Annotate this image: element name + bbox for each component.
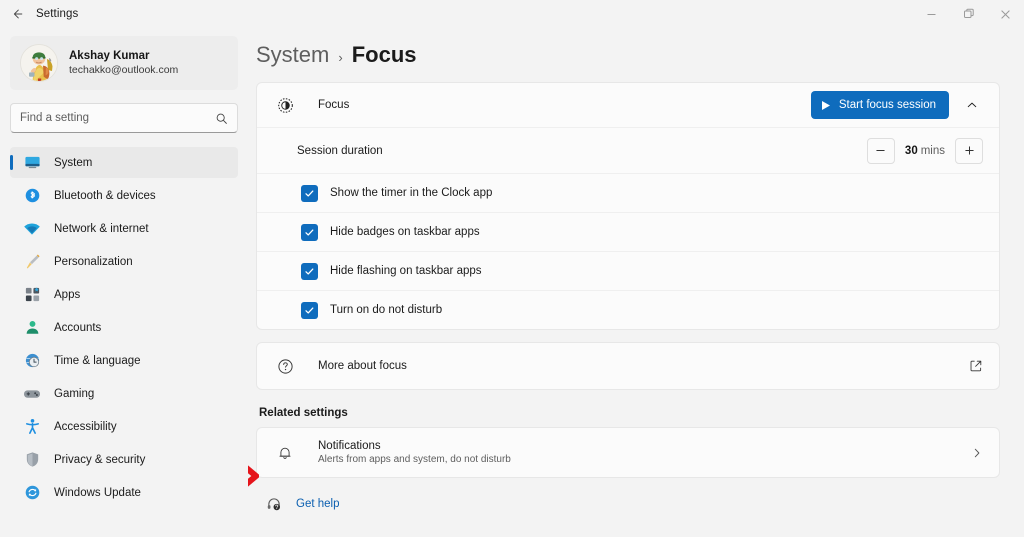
checkbox-row-hide-badges[interactable]: Hide badges on taskbar apps [257, 212, 999, 251]
sidebar-item-personalization[interactable]: Personalization [10, 246, 238, 277]
app-shell: Akshay Kumar techakko@outlook.com Find a… [0, 28, 1024, 537]
window-titlebar: Settings [0, 0, 1024, 28]
sidebar: Akshay Kumar techakko@outlook.com Find a… [0, 28, 248, 537]
person-icon [22, 318, 42, 338]
checkbox-label: Show the timer in the Clock app [330, 187, 493, 199]
accessibility-icon [22, 417, 42, 437]
get-help-link[interactable]: Get help [296, 498, 339, 510]
sidebar-item-gaming[interactable]: Gaming [10, 378, 238, 409]
sidebar-item-label: Network & internet [54, 222, 149, 235]
breadcrumb-parent[interactable]: System [256, 42, 329, 68]
sidebar-item-label: Accessibility [54, 420, 117, 433]
checkbox-hide-flashing[interactable] [301, 262, 318, 280]
search-input[interactable] [20, 112, 215, 124]
minimize-icon[interactable] [913, 0, 950, 28]
wifi-icon [22, 219, 42, 239]
duration-unit: mins [920, 144, 945, 157]
start-focus-session-label: Start focus session [838, 99, 936, 111]
maximize-icon[interactable] [950, 0, 987, 28]
sidebar-item-network-internet[interactable]: Network & internet [10, 213, 238, 244]
profile-card[interactable]: Akshay Kumar techakko@outlook.com [10, 36, 238, 90]
sidebar-item-label: System [54, 156, 93, 169]
checkbox-show-timer[interactable] [301, 184, 318, 202]
more-about-focus-row[interactable]: More about focus [257, 343, 999, 389]
checkbox-label: Hide flashing on taskbar apps [330, 265, 482, 277]
focus-card-header: Focus Start focus session [257, 83, 999, 127]
play-icon [821, 100, 831, 111]
more-about-focus-label: More about focus [318, 360, 407, 372]
breadcrumb-separator: › [338, 50, 343, 65]
close-icon[interactable] [987, 0, 1024, 28]
search-box[interactable] [10, 103, 238, 133]
apps-grid-icon [22, 285, 42, 305]
get-help-row[interactable]: Get help [256, 496, 1000, 512]
notifications-subtitle: Alerts from apps and system, do not dist… [318, 454, 511, 465]
question-circle-icon [275, 356, 295, 376]
increment-duration-button[interactable] [955, 137, 983, 164]
breadcrumb: System › Focus [256, 28, 1000, 82]
profile-email: techakko@outlook.com [69, 64, 179, 77]
session-duration-label: Session duration [297, 144, 383, 157]
monitor-icon [22, 153, 42, 173]
sidebar-item-label: Personalization [54, 255, 133, 268]
duration-number: 30 [904, 144, 918, 157]
window-title: Settings [36, 8, 79, 20]
focus-card: Focus Start focus session Session durati… [256, 82, 1000, 330]
session-duration-row: Session duration 30 mins [257, 127, 999, 173]
paintbrush-icon [22, 252, 42, 272]
bluetooth-icon [22, 186, 42, 206]
chevron-up-icon[interactable] [957, 90, 987, 120]
sidebar-item-privacy-security[interactable]: Privacy & security [10, 444, 238, 475]
sidebar-item-label: Bluetooth & devices [54, 189, 156, 202]
sidebar-item-time-language[interactable]: Time & language [10, 345, 238, 376]
checkbox-row-show-timer[interactable]: Show the timer in the Clock app [257, 173, 999, 212]
checkbox-do-not-disturb[interactable] [301, 301, 318, 319]
sidebar-item-label: Time & language [54, 354, 141, 367]
page-title: Focus [351, 42, 417, 67]
sidebar-item-label: Privacy & security [54, 453, 146, 466]
decrement-duration-button[interactable] [866, 137, 895, 164]
bell-icon [275, 443, 295, 463]
notifications-row[interactable]: Notifications Alerts from apps and syste… [257, 428, 999, 477]
sidebar-item-bluetooth-devices[interactable]: Bluetooth & devices [10, 180, 238, 211]
clock-globe-icon [22, 351, 42, 371]
checkbox-label: Turn on do not disturb [330, 304, 443, 316]
profile-name: Akshay Kumar [69, 49, 150, 62]
sidebar-item-label: Gaming [54, 387, 95, 400]
avatar [20, 44, 58, 82]
back-button[interactable] [0, 0, 34, 28]
sidebar-nav: System Bluetooth & devices Network & int… [10, 147, 238, 508]
sidebar-item-accessibility[interactable]: Accessibility [10, 411, 238, 442]
session-duration-stepper: 30 mins [866, 137, 983, 164]
checkbox-row-do-not-disturb[interactable]: Turn on do not disturb [257, 290, 999, 329]
notifications-card[interactable]: Notifications Alerts from apps and syste… [256, 427, 1000, 478]
window-controls [913, 0, 1024, 28]
notifications-text: Notifications Alerts from apps and syste… [318, 440, 511, 465]
sidebar-item-system[interactable]: System [10, 147, 238, 178]
chevron-right-icon[interactable] [971, 447, 983, 459]
checkbox-label: Hide badges on taskbar apps [330, 226, 480, 238]
sidebar-item-label: Accounts [54, 321, 102, 334]
session-duration-value: 30 mins [899, 145, 951, 157]
sidebar-item-windows-update[interactable]: Windows Update [10, 477, 238, 508]
sidebar-item-apps[interactable]: Apps [10, 279, 238, 310]
sidebar-item-label: Apps [54, 288, 81, 301]
more-about-focus-card[interactable]: More about focus [256, 342, 1000, 390]
notifications-title: Notifications [318, 440, 381, 452]
focus-moon-icon [275, 95, 295, 115]
gamepad-icon [22, 384, 42, 404]
search-icon [215, 112, 228, 125]
checkbox-row-hide-flashing[interactable]: Hide flashing on taskbar apps [257, 251, 999, 290]
content-area: System › Focus Focus Start focus session… [248, 28, 1024, 537]
update-refresh-icon [22, 483, 42, 503]
start-focus-session-button[interactable]: Start focus session [810, 91, 949, 119]
open-external-icon[interactable] [969, 359, 983, 373]
focus-card-title: Focus [318, 99, 350, 111]
sidebar-item-accounts[interactable]: Accounts [10, 312, 238, 343]
checkbox-hide-badges[interactable] [301, 223, 318, 241]
sidebar-item-label: Windows Update [54, 486, 141, 499]
shield-icon [22, 450, 42, 470]
help-headset-icon [266, 496, 282, 512]
related-settings-heading: Related settings [259, 407, 348, 419]
